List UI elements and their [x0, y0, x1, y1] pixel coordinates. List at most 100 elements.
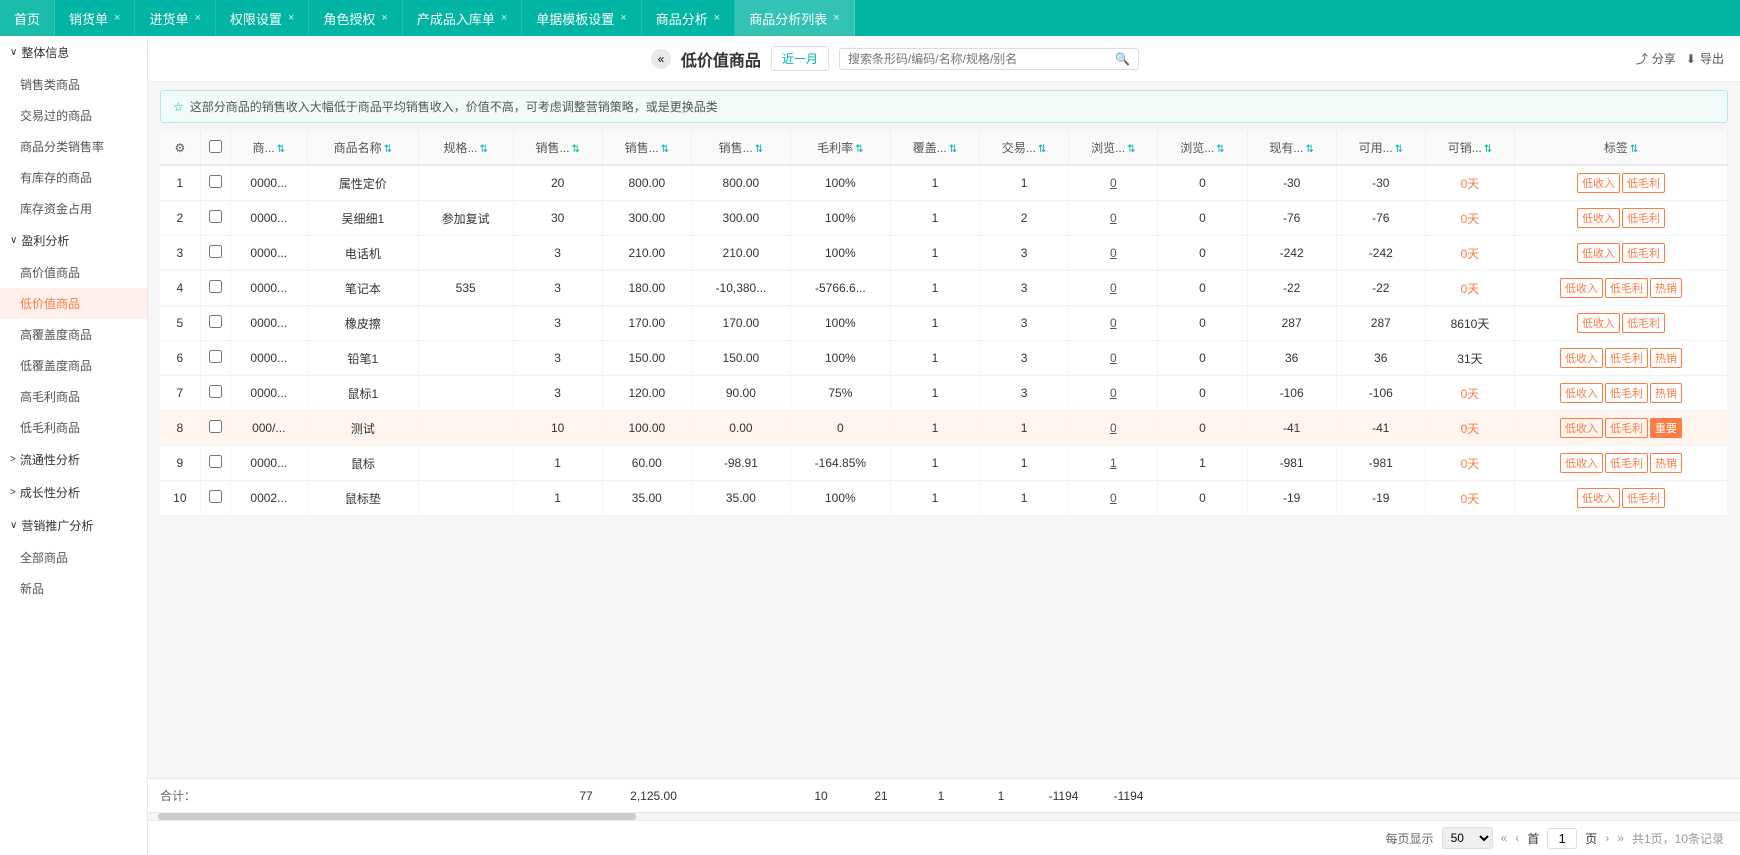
sidebar-group-growth[interactable]: > 成长性分析 — [0, 476, 147, 509]
cell-checkbox[interactable] — [200, 411, 230, 446]
tag-badge: 低收入 — [1577, 313, 1620, 333]
row-checkbox[interactable] — [209, 315, 222, 328]
cell-checkbox[interactable] — [200, 446, 230, 481]
page-input[interactable] — [1547, 828, 1577, 849]
view1-link[interactable]: 0 — [1110, 421, 1117, 435]
cell-view1[interactable]: 0 — [1069, 165, 1158, 201]
sidebar-item-sales-goods[interactable]: 销售类商品 — [0, 69, 147, 100]
nav-product-stock[interactable]: 产成品入库单 × — [403, 0, 522, 36]
view1-link[interactable]: 0 — [1110, 386, 1117, 400]
cell-view1[interactable]: 0 — [1069, 411, 1158, 446]
sidebar-item-all-goods[interactable]: 全部商品 — [0, 542, 147, 573]
first-page-button[interactable]: « — [1501, 831, 1508, 845]
nav-purchase-order[interactable]: 进货单 × — [135, 0, 215, 36]
cell-view1[interactable]: 0 — [1069, 201, 1158, 236]
search-input[interactable] — [848, 52, 1111, 66]
cell-view1[interactable]: 0 — [1069, 481, 1158, 516]
prev-page-button[interactable]: ‹ — [1515, 831, 1519, 845]
cell-checkbox[interactable] — [200, 341, 230, 376]
sidebar-group-profit[interactable]: ∨ 盈利分析 — [0, 224, 147, 257]
view1-link[interactable]: 0 — [1110, 281, 1117, 295]
cell-view1[interactable]: 0 — [1069, 341, 1158, 376]
row-checkbox[interactable] — [209, 280, 222, 293]
sidebar-item-low-margin[interactable]: 低毛利商品 — [0, 412, 147, 443]
col-settings[interactable]: ⚙ — [160, 131, 200, 165]
nav-goods-analysis[interactable]: 商品分析 × — [642, 0, 735, 36]
cell-checkbox[interactable] — [200, 271, 230, 306]
close-icon[interactable]: × — [833, 12, 839, 24]
sidebar-item-high-coverage[interactable]: 高覆盖度商品 — [0, 319, 147, 350]
cell-checkbox[interactable] — [200, 481, 230, 516]
view1-link[interactable]: 0 — [1110, 491, 1117, 505]
cell-name: 橡皮擦 — [307, 306, 418, 341]
sort-icon: ⇅ — [1127, 144, 1135, 155]
cell-view1[interactable]: 0 — [1069, 236, 1158, 271]
cell-spec: 参加复试 — [418, 201, 513, 236]
row-checkbox[interactable] — [209, 350, 222, 363]
close-icon[interactable]: × — [288, 12, 294, 24]
view1-link[interactable]: 1 — [1110, 456, 1117, 470]
view1-link[interactable]: 0 — [1110, 211, 1117, 225]
sidebar-group-overall[interactable]: ∨ 整体信息 — [0, 36, 147, 69]
sidebar-group-marketing[interactable]: ∨ 营销推广分析 — [0, 509, 147, 542]
nav-goods-analysis-list[interactable]: 商品分析列表 × — [735, 0, 854, 36]
sidebar-item-traded-goods[interactable]: 交易过的商品 — [0, 100, 147, 131]
sidebar-item-stock-funds[interactable]: 库存资金占用 — [0, 193, 147, 224]
cell-num: 5 — [160, 306, 200, 341]
close-icon[interactable]: × — [620, 12, 626, 24]
select-all-checkbox[interactable] — [209, 140, 222, 153]
sidebar-collapse-button[interactable]: « — [651, 49, 671, 69]
row-checkbox[interactable] — [209, 420, 222, 433]
search-icon[interactable]: 🔍 — [1115, 52, 1130, 66]
cell-view1[interactable]: 0 — [1069, 306, 1158, 341]
row-checkbox[interactable] — [209, 455, 222, 468]
close-icon[interactable]: × — [501, 12, 507, 24]
cell-checkbox[interactable] — [200, 165, 230, 201]
view1-link[interactable]: 0 — [1110, 316, 1117, 330]
row-checkbox[interactable] — [209, 175, 222, 188]
sidebar-item-low-value[interactable]: 低价值商品 — [0, 288, 147, 319]
cell-qty: 10 — [513, 411, 602, 446]
row-checkbox[interactable] — [209, 210, 222, 223]
sidebar-item-high-margin[interactable]: 高毛利商品 — [0, 381, 147, 412]
days-value: 0天 — [1461, 177, 1480, 191]
sidebar: ∨ 整体信息 销售类商品 交易过的商品 商品分类销售率 有库存的商品 库存资金占… — [0, 36, 148, 855]
sidebar-item-low-coverage[interactable]: 低覆盖度商品 — [0, 350, 147, 381]
view1-link[interactable]: 0 — [1110, 246, 1117, 260]
cell-checkbox[interactable] — [200, 376, 230, 411]
view1-link[interactable]: 0 — [1110, 351, 1117, 365]
sidebar-item-high-value[interactable]: 高价值商品 — [0, 257, 147, 288]
cell-view1[interactable]: 0 — [1069, 271, 1158, 306]
share-button[interactable]: ⤴ 分享 — [1636, 50, 1676, 67]
cell-checkbox[interactable] — [200, 201, 230, 236]
view1-link[interactable]: 0 — [1110, 176, 1117, 190]
cell-view1[interactable]: 0 — [1069, 376, 1158, 411]
close-icon[interactable]: × — [194, 12, 200, 24]
filter-button[interactable]: 近一月 — [771, 46, 829, 71]
row-checkbox[interactable] — [209, 385, 222, 398]
row-checkbox[interactable] — [209, 490, 222, 503]
close-icon[interactable]: × — [381, 12, 387, 24]
close-icon[interactable]: × — [714, 12, 720, 24]
next-page-button[interactable]: › — [1605, 831, 1609, 845]
sidebar-item-stock-goods[interactable]: 有库存的商品 — [0, 162, 147, 193]
nav-role-auth[interactable]: 角色授权 × — [309, 0, 402, 36]
cell-trade: 3 — [980, 376, 1069, 411]
nav-sales-order[interactable]: 销货单 × — [55, 0, 135, 36]
nav-permission[interactable]: 权限设置 × — [216, 0, 309, 36]
close-icon[interactable]: × — [114, 12, 120, 24]
cell-checkbox[interactable] — [200, 306, 230, 341]
last-page-button[interactable]: » — [1617, 831, 1624, 845]
sidebar-item-new-goods[interactable]: 新品 — [0, 573, 147, 604]
settings-icon[interactable]: ⚙ — [174, 141, 185, 155]
nav-template-settings[interactable]: 单据模板设置 × — [522, 0, 641, 36]
row-checkbox[interactable] — [209, 245, 222, 258]
page-size-select[interactable]: 50 100 200 — [1442, 827, 1493, 849]
nav-home[interactable]: 首页 — [0, 0, 55, 36]
export-button[interactable]: ⬇ 导出 — [1686, 50, 1724, 67]
cell-view1[interactable]: 1 — [1069, 446, 1158, 481]
bottom-scroll[interactable] — [148, 812, 1740, 820]
sidebar-group-circulation[interactable]: > 流通性分析 — [0, 443, 147, 476]
sidebar-item-category-sales-rate[interactable]: 商品分类销售率 — [0, 131, 147, 162]
cell-checkbox[interactable] — [200, 236, 230, 271]
